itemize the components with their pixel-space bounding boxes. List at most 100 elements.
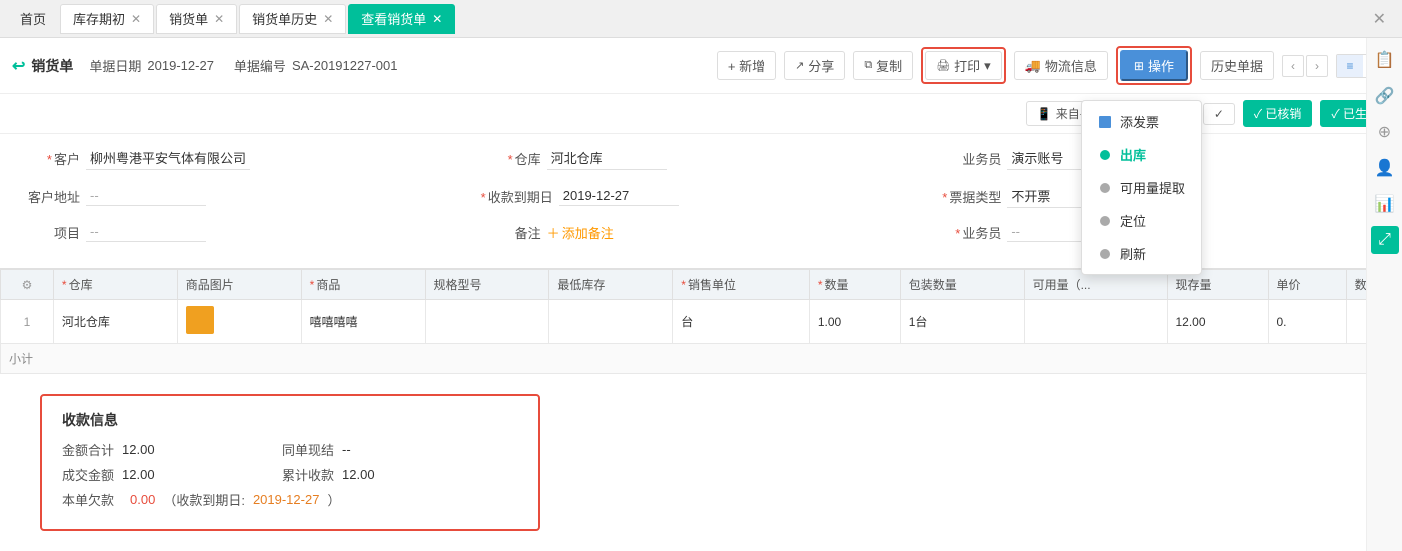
- dropdown-outbound[interactable]: 出库: [1082, 138, 1201, 171]
- doc-number-label: 单据编号: [234, 56, 286, 75]
- due-date: 2019-12-27: [253, 492, 320, 507]
- warehouse-label: 仓库: [481, 149, 541, 168]
- sidebar-icon-4[interactable]: 👤: [1371, 154, 1399, 182]
- doc-number-value: SA-20191227-001: [292, 58, 398, 73]
- tab-sales-history[interactable]: 销货单历史 ✕: [239, 4, 346, 34]
- subtotal-label: 小计: [1, 344, 1402, 374]
- view-list-button[interactable]: ≡: [1337, 55, 1363, 77]
- due-date-value[interactable]: 2019-12-27: [559, 186, 679, 206]
- row-min-stock[interactable]: [549, 300, 673, 344]
- sidebar-icon-1[interactable]: 📋: [1371, 46, 1399, 74]
- address-field: 客户地址 --: [20, 186, 461, 206]
- col-spec: 规格型号: [425, 270, 549, 300]
- row-available[interactable]: [1024, 300, 1167, 344]
- sidebar-icon-6[interactable]: ⤢: [1371, 226, 1399, 254]
- main-content: ↩ 销货单 单据日期 2019-12-27 单据编号 SA-20191227-0…: [0, 38, 1402, 551]
- next-arrow[interactable]: ›: [1306, 55, 1328, 77]
- customer-field: 客户 柳州粤港平安气体有限公司: [20, 146, 461, 170]
- share-button[interactable]: ↗ 分享: [784, 51, 845, 80]
- plus-icon: ＋: [547, 223, 560, 242]
- project-value[interactable]: --: [86, 222, 206, 242]
- due-close: ）: [327, 490, 340, 509]
- payment-row-2: 成交金额 12.00 累计收款 12.00: [62, 465, 518, 484]
- sidebar-icon-3[interactable]: ⊕: [1371, 118, 1399, 146]
- same-order-item: 同单现结 --: [282, 440, 462, 459]
- tab-sales-order[interactable]: 销货单 ✕: [156, 4, 237, 34]
- col-product: 商品: [301, 270, 425, 300]
- product-image: [186, 306, 214, 334]
- logistics-button[interactable]: 🚚 物流信息: [1014, 51, 1108, 80]
- tab-view-sales[interactable]: 查看销货单 ✕: [348, 4, 455, 34]
- sidebar-icon-5[interactable]: 📊: [1371, 190, 1399, 218]
- new-button[interactable]: + 新增: [717, 51, 776, 80]
- project-label: 项目: [20, 223, 80, 242]
- note-label: 备注: [481, 223, 541, 242]
- print-dropdown-icon: ▾: [984, 58, 991, 74]
- cumulative-value: 12.00: [342, 467, 375, 482]
- due-date-label: 收款到期日: [481, 187, 553, 206]
- customer-value[interactable]: 柳州粤港平安气体有限公司: [86, 146, 250, 170]
- doc-type-icon: ↩: [12, 56, 25, 76]
- check-button[interactable]: ✓: [1203, 103, 1235, 125]
- row-qty[interactable]: 1.00: [809, 300, 900, 344]
- voided-button[interactable]: ✓ 已核销: [1243, 100, 1313, 127]
- address-value[interactable]: --: [86, 186, 206, 206]
- row-spec[interactable]: [425, 300, 549, 344]
- close-tab-inventory[interactable]: ✕: [131, 12, 141, 26]
- circle-gray2-icon: [1100, 216, 1110, 226]
- col-warehouse: 仓库: [53, 270, 177, 300]
- check-circle-icon2: ✓: [1331, 107, 1339, 121]
- col-pkg-qty: 包装数量: [900, 270, 1024, 300]
- amount-total-value: 12.00: [122, 442, 155, 457]
- tab-home[interactable]: 首页: [8, 4, 58, 34]
- doc-meta: 单据日期 2019-12-27 单据编号 SA-20191227-001: [89, 56, 397, 75]
- products-table: ⚙ 仓库 商品图片 商品 规格型号 最低库存 销售单位 数量 包装数量 可用量（…: [0, 269, 1402, 374]
- row-price[interactable]: 0.: [1268, 300, 1346, 344]
- sidebar-icon-2[interactable]: 🔗: [1371, 82, 1399, 110]
- row-seq: 1: [1, 300, 54, 344]
- history-button[interactable]: 历史单据: [1200, 51, 1274, 80]
- dropdown-locate[interactable]: 定位: [1082, 204, 1201, 237]
- staff2-label: 业务员: [941, 223, 1001, 242]
- dropdown-available[interactable]: 可用量提取: [1082, 171, 1201, 204]
- row-warehouse[interactable]: 河北仓库: [53, 300, 177, 344]
- circle-icon: [1100, 150, 1110, 160]
- close-tab-view-sales[interactable]: ✕: [432, 12, 442, 26]
- subtotal-row: 小计: [1, 344, 1402, 374]
- dropdown-refresh[interactable]: 刷新: [1082, 237, 1201, 270]
- row-stock[interactable]: 12.00: [1167, 300, 1268, 344]
- operate-button[interactable]: ⊞ 操作: [1120, 50, 1188, 81]
- row-pkg-qty[interactable]: 1台: [900, 300, 1024, 344]
- payment-info-box: 收款信息 金额合计 12.00 同单现结 -- 成交金额 12.00: [40, 394, 540, 531]
- row-unit[interactable]: 台: [673, 300, 810, 344]
- ticket-type-label: 票据类型: [941, 187, 1001, 206]
- col-min-stock: 最低库存: [549, 270, 673, 300]
- cumulative-label: 累计收款: [282, 465, 334, 484]
- tab-bar-close: ✕: [1365, 9, 1394, 29]
- circle-gray3-icon: [1100, 249, 1110, 259]
- operate-highlight: ⊞ 操作: [1116, 46, 1192, 85]
- outbound-label: 出库: [1120, 145, 1146, 164]
- close-tab-history[interactable]: ✕: [323, 12, 333, 26]
- add-note-button[interactable]: ＋ 添加备注: [547, 223, 614, 242]
- prev-arrow[interactable]: ‹: [1282, 55, 1304, 77]
- print-button[interactable]: 🖨 打印 ▾: [925, 51, 1002, 80]
- doc-header: ↩ 销货单 单据日期 2019-12-27 单据编号 SA-20191227-0…: [0, 38, 1402, 94]
- same-order-label: 同单现结: [282, 440, 334, 459]
- col-settings: ⚙: [1, 270, 54, 300]
- warehouse-value[interactable]: 河北仓库: [547, 146, 667, 170]
- amount-total-item: 金额合计 12.00: [62, 440, 242, 459]
- close-tab-sales[interactable]: ✕: [214, 12, 224, 26]
- col-price: 单价: [1268, 270, 1346, 300]
- dropdown-add-invoice[interactable]: 添发票: [1082, 105, 1201, 138]
- refresh-icon: [1098, 247, 1112, 261]
- print-highlight: 🖨 打印 ▾: [921, 47, 1006, 84]
- window-close-button[interactable]: ✕: [1365, 7, 1394, 32]
- due-value: 0.00: [130, 492, 155, 507]
- tab-inventory-init[interactable]: 库存期初 ✕: [60, 4, 154, 34]
- payment-row-1: 金额合计 12.00 同单现结 --: [62, 440, 518, 459]
- right-sidebar: 📋 🔗 ⊕ 👤 📊 ⤢: [1366, 38, 1402, 551]
- doc-number-field: 单据编号 SA-20191227-001: [234, 56, 398, 75]
- copy-button[interactable]: ⧉ 复制: [853, 51, 913, 80]
- row-product[interactable]: 嘻嘻嘻嘻: [301, 300, 425, 344]
